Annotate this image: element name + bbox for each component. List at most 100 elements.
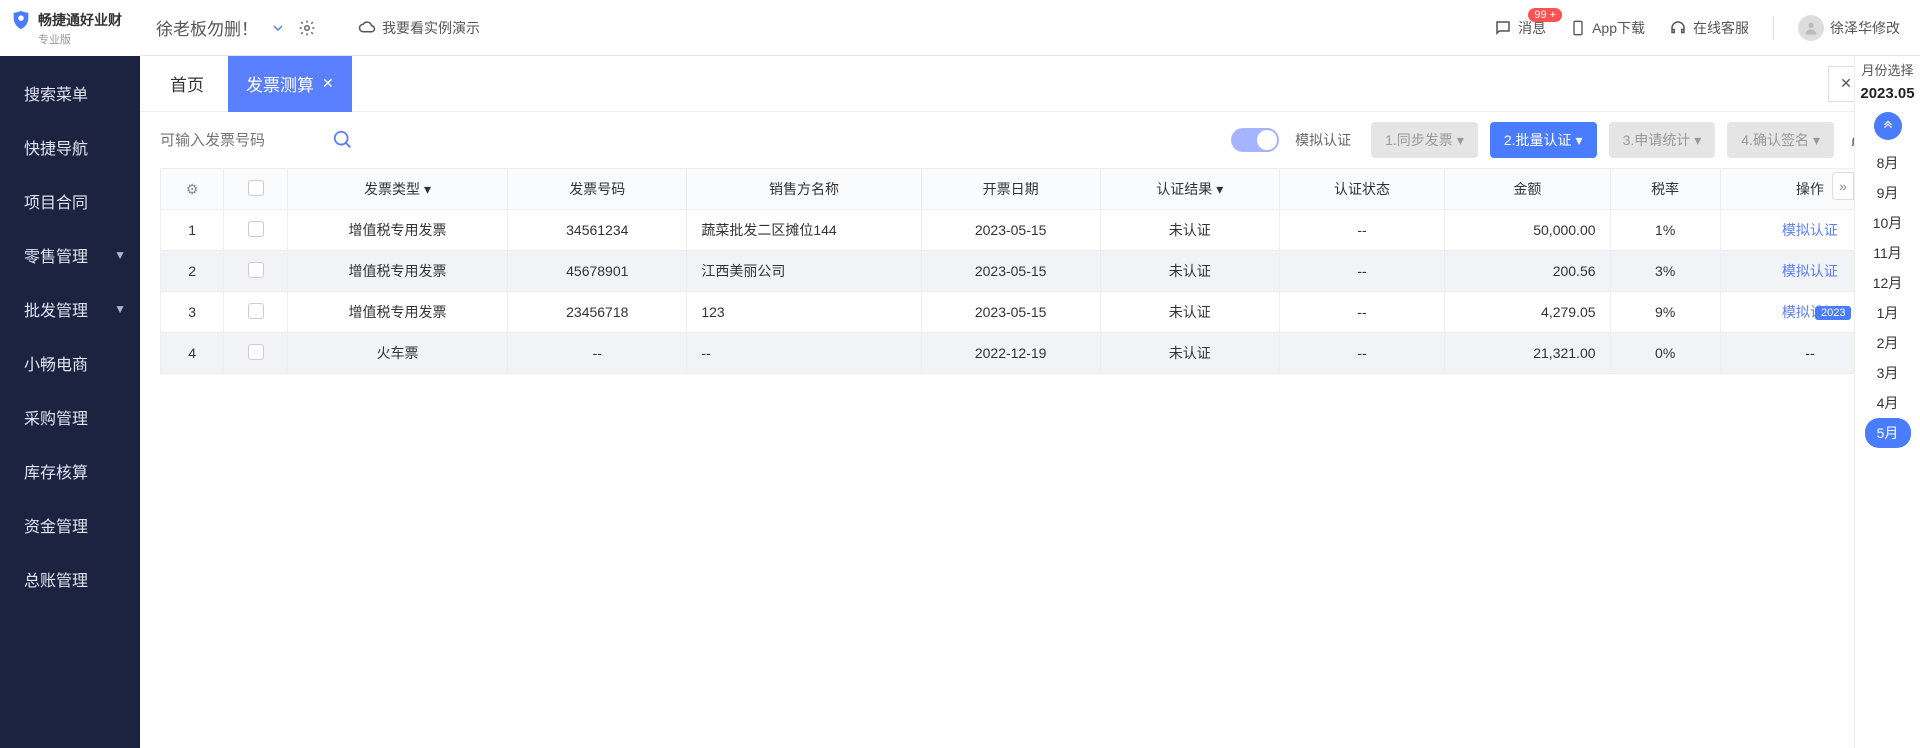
user-name: 徐泽华修改 [1830, 18, 1900, 38]
invoice-number-input[interactable] [160, 132, 320, 149]
chevron-down-icon: ▾ [1457, 132, 1464, 149]
top-actions: 消息 99 + App下载 在线客服 徐泽华修改 [1494, 15, 1920, 41]
cell-amount: 200.56 [1445, 251, 1610, 292]
sidebar-item-label: 项目合同 [24, 189, 88, 213]
tabs: 首页 发票测算 ✕ ✕ [140, 56, 1920, 112]
cell-index: 2 [161, 251, 224, 292]
toolbar: 模拟认证 1.同步发票▾ 2.批量认证▾ 3.申请统计▾ 4.确认签名▾ 刷新 [140, 112, 1920, 168]
chevron-down-icon: ▾ [1576, 132, 1583, 149]
simulate-auth-toggle[interactable] [1231, 128, 1279, 152]
row-checkbox[interactable] [248, 262, 264, 278]
sidebar-item-quick-nav[interactable]: 快捷导航 [0, 120, 140, 174]
sidebar-item-retail[interactable]: 零售管理▼ [0, 228, 140, 282]
avatar-icon [1798, 15, 1824, 41]
cell-type: 火车票 [287, 333, 507, 374]
message-icon [1494, 19, 1512, 37]
sidebar-item-project-contract[interactable]: 项目合同 [0, 174, 140, 228]
chevron-down-icon: ▾ [1694, 132, 1701, 149]
sidebar-item-label: 总账管理 [24, 567, 88, 591]
batch-auth-button[interactable]: 2.批量认证▾ [1490, 122, 1597, 158]
gear-icon[interactable]: ⚙ [186, 181, 199, 197]
settings-icon[interactable] [298, 19, 316, 37]
col-header-result: 认证结果 [1156, 179, 1212, 199]
col-header-date: 开票日期 [983, 181, 1039, 197]
chevron-down-icon[interactable]: ▾ [1216, 181, 1223, 198]
sidebar-item-search-menu[interactable]: 搜索菜单 [0, 66, 140, 120]
select-all-checkbox[interactable] [248, 180, 264, 196]
month-item[interactable]: 11月 [1855, 238, 1920, 268]
chevron-down-icon[interactable]: ▾ [424, 181, 431, 198]
confirm-sign-button[interactable]: 4.确认签名▾ [1727, 122, 1834, 158]
user-menu[interactable]: 徐泽华修改 [1798, 15, 1900, 41]
sync-invoice-button[interactable]: 1.同步发票▾ [1371, 122, 1478, 158]
month-item[interactable]: 12月 [1855, 268, 1920, 298]
search-icon[interactable] [332, 129, 354, 151]
month-item[interactable]: 4月 [1855, 388, 1920, 418]
cell-amount: 50,000.00 [1445, 210, 1610, 251]
month-item[interactable]: 10月 [1855, 208, 1920, 238]
tab-invoice-calc[interactable]: 发票测算 ✕ [228, 56, 352, 112]
row-checkbox[interactable] [248, 344, 264, 360]
month-current: 2023.05 [1860, 85, 1914, 102]
title-chevron-icon[interactable] [270, 20, 286, 36]
month-panel-collapse[interactable]: » [1832, 172, 1854, 200]
cell-date: 2023-05-15 [921, 210, 1100, 251]
month-item[interactable]: 8月 [1855, 148, 1920, 178]
logo-sub: 专业版 [38, 31, 71, 47]
button-label: 1.同步发票 [1385, 130, 1453, 150]
sidebar-item-funds[interactable]: 资金管理 [0, 498, 140, 552]
cell-type: 增值税专用发票 [287, 251, 507, 292]
cloud-icon [358, 19, 376, 37]
sidebar: 搜索菜单 快捷导航 项目合同 零售管理▼ 批发管理▼ 小畅电商 采购管理 库存核… [0, 56, 140, 748]
sidebar-item-wholesale[interactable]: 批发管理▼ [0, 282, 140, 336]
online-service-link[interactable]: 在线客服 [1669, 18, 1749, 38]
demo-link[interactable]: 我要看实例演示 [358, 18, 480, 38]
logo-area: 畅捷通好业财 专业版 [0, 0, 140, 56]
headset-icon [1669, 19, 1687, 37]
tab-label: 首页 [170, 71, 204, 96]
cell-result: 未认证 [1100, 333, 1279, 374]
sidebar-item-inventory[interactable]: 库存核算 [0, 444, 140, 498]
app-download-link[interactable]: App下载 [1570, 18, 1645, 38]
cell-seller: 江西美丽公司 [687, 251, 921, 292]
month-item[interactable]: 1月2023 [1855, 298, 1920, 328]
cell-index: 4 [161, 333, 224, 374]
chevron-down-icon: ▾ [1813, 132, 1820, 149]
sidebar-item-ecommerce[interactable]: 小畅电商 [0, 336, 140, 390]
close-icon[interactable]: ✕ [322, 75, 334, 92]
messages-badge: 99 + [1528, 8, 1562, 22]
month-item[interactable]: 2月 [1855, 328, 1920, 358]
cell-result: 未认证 [1100, 251, 1279, 292]
tab-label: 发票测算 [246, 71, 314, 96]
sidebar-item-purchase[interactable]: 采购管理 [0, 390, 140, 444]
cell-status: -- [1279, 251, 1444, 292]
cell-amount: 4,279.05 [1445, 292, 1610, 333]
cell-amount: 21,321.00 [1445, 333, 1610, 374]
chevron-down-icon: ▼ [114, 302, 126, 316]
simulate-auth-link[interactable]: 模拟认证 [1782, 263, 1838, 279]
apply-stats-button[interactable]: 3.申请统计▾ [1609, 122, 1716, 158]
month-scroll-up[interactable] [1874, 112, 1902, 140]
table-row: 2增值税专用发票45678901江西美丽公司2023-05-15未认证--200… [161, 251, 1900, 292]
simulate-auth-link[interactable]: 模拟认证 [1782, 222, 1838, 238]
button-label: 3.申请统计 [1623, 130, 1691, 150]
month-item[interactable]: 3月 [1855, 358, 1920, 388]
row-checkbox[interactable] [248, 303, 264, 319]
month-panel-title: 月份选择 [1861, 60, 1913, 79]
topbar: 畅捷通好业财 专业版 徐老板勿删！ 我要看实例演示 消息 99 + App下载 … [0, 0, 1920, 56]
row-checkbox[interactable] [248, 221, 264, 237]
cell-rate: 3% [1610, 251, 1720, 292]
page-title: 徐老板勿删！ [156, 15, 258, 40]
sidebar-item-ledger[interactable]: 总账管理 [0, 552, 140, 606]
tab-home[interactable]: 首页 [152, 56, 222, 112]
month-item[interactable]: 9月 [1855, 178, 1920, 208]
messages-link[interactable]: 消息 99 + [1494, 18, 1546, 38]
year-badge: 2023 [1815, 306, 1851, 320]
cell-index: 3 [161, 292, 224, 333]
month-item[interactable]: 5月 [1865, 418, 1911, 448]
cell-rate: 0% [1610, 333, 1720, 374]
phone-icon [1570, 19, 1586, 37]
cell-seller: 蔬菜批发二区摊位144 [687, 210, 921, 251]
toggle-label: 模拟认证 [1295, 130, 1351, 150]
sidebar-item-label: 库存核算 [24, 459, 88, 483]
